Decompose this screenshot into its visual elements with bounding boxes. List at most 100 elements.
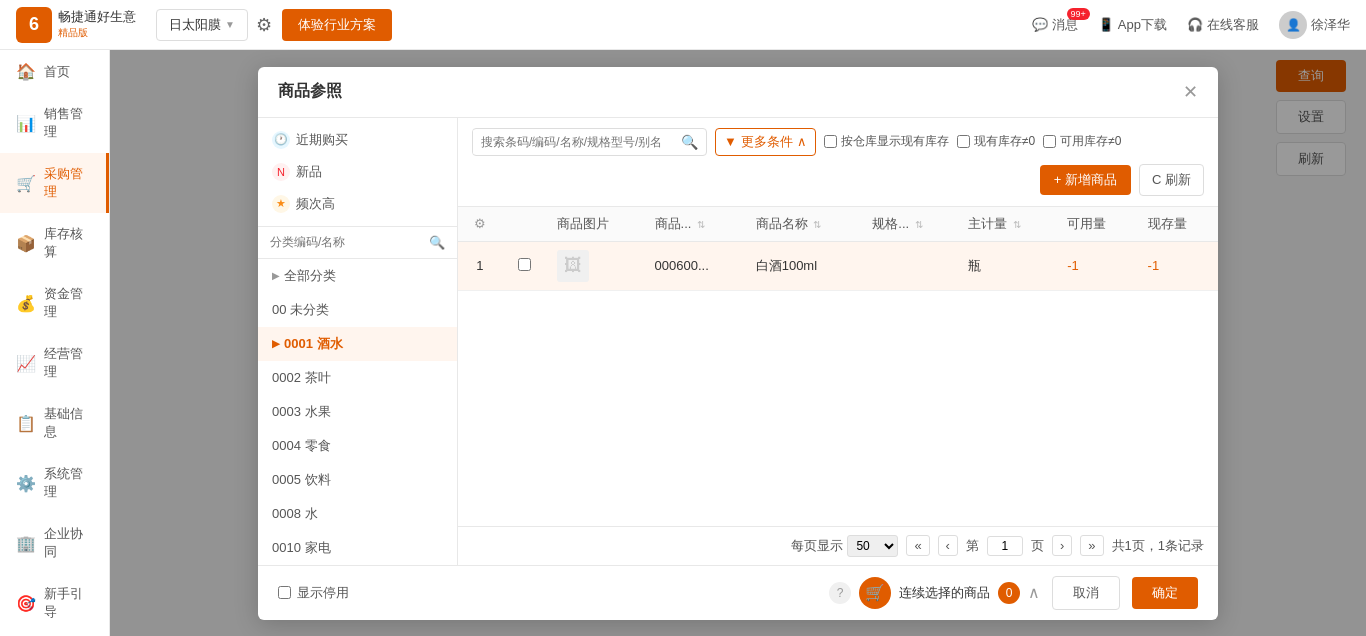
user-item[interactable]: 👤 徐泽华 <box>1279 11 1350 39</box>
main-layout: 🏠 首页 📊 销售管理 🛒 采购管理 📦 库存核算 💰 资金管理 📈 经营管理 … <box>0 50 1366 636</box>
cat-0003-label: 0003 水果 <box>272 403 331 421</box>
filter-icon: ▼ <box>724 134 737 149</box>
cat-0001[interactable]: ▶ 0001 酒水 <box>258 327 457 361</box>
product-search-input[interactable] <box>473 130 673 154</box>
settings-icon[interactable]: ⚙ <box>256 14 272 36</box>
sidebar-item-finance[interactable]: 💰 资金管理 <box>0 273 109 333</box>
show-disabled-checkbox[interactable] <box>278 586 291 599</box>
modal-footer: 显示停用 ? 🛒 连续选择的商品 0 ∧ 取消 确定 <box>258 565 1218 620</box>
filter-stock-label[interactable]: 现有库存≠0 <box>957 133 1035 150</box>
page-last-btn[interactable]: » <box>1080 535 1103 556</box>
online-service-item[interactable]: 🎧 在线客服 <box>1187 16 1259 34</box>
operations-icon: 📈 <box>16 354 36 373</box>
page-size-select[interactable]: 50 100 200 <box>847 535 898 557</box>
app-download-item[interactable]: 📱 App下载 <box>1098 16 1167 34</box>
col-name[interactable]: 商品名称 ⇅ <box>746 207 863 242</box>
cat-0003[interactable]: 0003 水果 <box>258 395 457 429</box>
col-unit[interactable]: 主计量 ⇅ <box>958 207 1057 242</box>
cart-text: 连续选择的商品 <box>899 584 990 602</box>
cat-all[interactable]: ▶ 全部分类 <box>258 259 457 293</box>
system-icon: ⚙️ <box>16 474 36 493</box>
sidebar-item-system[interactable]: ⚙️ 系统管理 <box>0 453 109 513</box>
username-label: 徐泽华 <box>1311 16 1350 34</box>
table-row[interactable]: 1 🖼 000600... <box>458 241 1218 290</box>
filter-more-btn[interactable]: ▼ 更多条件 ∧ <box>715 128 816 156</box>
category-search-icon[interactable]: 🔍 <box>429 235 445 250</box>
store-dropdown[interactable]: 日太阳膜 ▼ <box>156 9 248 41</box>
row-available-cell: -1 <box>1057 241 1137 290</box>
filter-warehouse-checkbox[interactable] <box>824 135 837 148</box>
sidebar-item-sales[interactable]: 📊 销售管理 <box>0 93 109 153</box>
row-checkbox[interactable] <box>518 258 531 271</box>
filter-available-label[interactable]: 可用库存≠0 <box>1043 133 1121 150</box>
filter-more-label: 更多条件 <box>741 133 793 151</box>
product-search-wrap: 🔍 <box>472 128 707 156</box>
filter-bar: 🔍 ▼ 更多条件 ∧ 按仓库显示现有库存 <box>458 118 1218 207</box>
cat-0005[interactable]: 0005 饮料 <box>258 463 457 497</box>
sort-name-icon: ⇅ <box>813 219 821 230</box>
col-spec[interactable]: 规格... ⇅ <box>862 207 958 242</box>
page-input[interactable] <box>987 536 1023 556</box>
row-name: 白酒100ml <box>756 258 817 273</box>
cat-quick-freq[interactable]: ★ 频次高 <box>258 188 457 220</box>
cat-00[interactable]: 00 未分类 <box>258 293 457 327</box>
product-search-btn[interactable]: 🔍 <box>673 129 706 155</box>
message-item[interactable]: 💬 消息 99+ <box>1032 16 1078 34</box>
col-code-label: 商品... <box>655 216 692 231</box>
message-icon: 💬 <box>1032 17 1048 32</box>
sidebar-item-inventory[interactable]: 📦 库存核算 <box>0 213 109 273</box>
cat-0010-label: 0010 家电 <box>272 539 331 557</box>
col-available-label: 可用量 <box>1067 216 1106 231</box>
cat-0008[interactable]: 0008 水 <box>258 497 457 531</box>
col-code[interactable]: 商品... ⇅ <box>645 207 746 242</box>
logo-text-wrap: 畅捷通好生意 精品版 <box>58 9 136 40</box>
filter-available-text: 可用库存≠0 <box>1060 133 1121 150</box>
cat-00-label: 00 未分类 <box>272 301 329 319</box>
sidebar-item-purchase[interactable]: 🛒 采购管理 <box>0 153 109 213</box>
sidebar-item-basic[interactable]: 📋 基础信息 <box>0 393 109 453</box>
page-next-btn[interactable]: › <box>1052 535 1072 556</box>
sidebar-label-finance: 资金管理 <box>44 285 93 321</box>
confirm-btn[interactable]: 确定 <box>1132 577 1198 609</box>
filter-available-checkbox[interactable] <box>1043 135 1056 148</box>
avatar: 👤 <box>1279 11 1307 39</box>
store-name: 日太阳膜 <box>169 16 221 34</box>
cat-quick-new[interactable]: N 新品 <box>258 156 457 188</box>
col-stock[interactable]: 现存量 <box>1138 207 1218 242</box>
experience-btn[interactable]: 体验行业方案 <box>282 9 392 41</box>
new-icon: N <box>272 163 290 181</box>
refresh-btn[interactable]: C 刷新 <box>1139 164 1204 196</box>
modal-overlay: 商品参照 ✕ 🕐 近期购买 N <box>110 50 1366 636</box>
cancel-btn[interactable]: 取消 <box>1052 576 1120 610</box>
modal-close-icon[interactable]: ✕ <box>1183 81 1198 103</box>
cart-info: ? 🛒 连续选择的商品 0 ∧ <box>829 577 1040 609</box>
help-icon[interactable]: ? <box>829 582 851 604</box>
cart-icon[interactable]: 🛒 <box>859 577 891 609</box>
sidebar-item-enterprise[interactable]: 🏢 企业协同 <box>0 513 109 573</box>
cat-0001-arrow-icon: ▶ <box>272 338 280 349</box>
cat-0002[interactable]: 0002 茶叶 <box>258 361 457 395</box>
col-spec-label: 规格... <box>872 216 909 231</box>
category-search-input[interactable] <box>270 235 423 249</box>
sidebar-item-home[interactable]: 🏠 首页 <box>0 50 109 93</box>
product-reference-modal: 商品参照 ✕ 🕐 近期购买 N <box>258 67 1218 620</box>
page-prev-btn[interactable]: ‹ <box>938 535 958 556</box>
cat-quick-recent[interactable]: 🕐 近期购买 <box>258 124 457 156</box>
sort-spec-icon: ⇅ <box>915 219 923 230</box>
col-image: 商品图片 <box>547 207 645 242</box>
cat-quick-new-label: 新品 <box>296 163 322 181</box>
collapse-cart-icon[interactable]: ∧ <box>1028 583 1040 602</box>
row-checkbox-cell[interactable] <box>502 241 547 290</box>
page-first-btn[interactable]: « <box>906 535 929 556</box>
cat-0010[interactable]: 0010 家电 <box>258 531 457 565</box>
filter-stock-checkbox[interactable] <box>957 135 970 148</box>
add-product-btn[interactable]: + 新增商品 <box>1040 165 1131 195</box>
sidebar-item-operations[interactable]: 📈 经营管理 <box>0 333 109 393</box>
show-disabled-label[interactable]: 显示停用 <box>278 584 349 602</box>
filter-warehouse-label[interactable]: 按仓库显示现有库存 <box>824 133 949 150</box>
col-available[interactable]: 可用量 <box>1057 207 1137 242</box>
sidebar-item-guide[interactable]: 🎯 新手引导 <box>0 573 109 633</box>
filter-warehouse-text: 按仓库显示现有库存 <box>841 133 949 150</box>
cat-0004[interactable]: 0004 零食 <box>258 429 457 463</box>
pagination-bar: 每页显示 50 100 200 « ‹ 第 页 <box>458 526 1218 565</box>
